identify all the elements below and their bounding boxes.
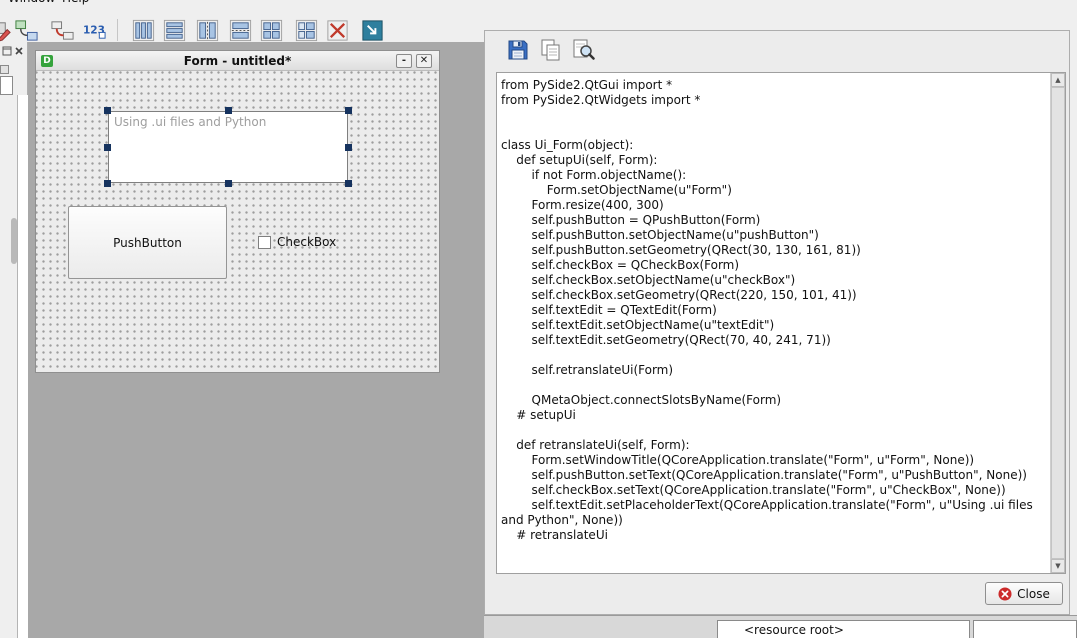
widget-filter-input[interactable] (0, 76, 13, 95)
form-editor-window: D Form - untitled* - ✕ Using .ui files a… (35, 50, 440, 373)
widget-box-dock (0, 42, 28, 638)
layout-grid-icon[interactable] (258, 17, 285, 44)
edit-tab-order-icon[interactable]: 123 (81, 17, 108, 44)
textedit-widget[interactable]: Using .ui files and Python (108, 111, 348, 183)
dock-mini-icon (0, 65, 9, 74)
form-window-title: Form - untitled* (36, 54, 439, 68)
checkbox-indicator[interactable] (258, 236, 271, 249)
qt-designer-screen: Window Help 123 (0, 0, 1077, 638)
selection-handle[interactable] (345, 107, 352, 114)
code-scrollbar[interactable]: ▲ ▼ (1050, 73, 1065, 573)
minimize-button[interactable]: - (396, 54, 412, 68)
selection-handle[interactable] (225, 180, 232, 187)
textedit-placeholder: Using .ui files and Python (114, 115, 266, 129)
resource-tree[interactable]: <resource root> (717, 620, 970, 638)
selection-handle[interactable] (104, 107, 111, 114)
edit-buddies-icon[interactable] (49, 17, 76, 44)
dock-close-icon[interactable] (13, 45, 24, 56)
selection-handle[interactable] (104, 180, 111, 187)
pushbutton-widget[interactable]: PushButton (68, 206, 227, 279)
menu-help[interactable]: Help (62, 0, 89, 5)
checkbox-widget[interactable]: CheckBox (258, 235, 336, 249)
code-text: from PySide2.QtGui import * from PySide2… (497, 73, 1049, 548)
pushbutton-label: PushButton (113, 236, 182, 250)
edit-widgets-icon[interactable] (0, 17, 13, 44)
resource-root-item[interactable]: <resource root> (744, 623, 844, 637)
find-icon[interactable] (570, 37, 596, 63)
dock-float-icon[interactable] (1, 45, 12, 56)
resource-side-box (973, 620, 1077, 638)
form-canvas[interactable]: Using .ui files and Python PushButton Ch… (36, 71, 439, 372)
layout-horizontal-icon[interactable] (130, 17, 157, 44)
save-icon[interactable] (505, 37, 531, 63)
close-label: Close (1017, 587, 1050, 601)
widget-list[interactable] (17, 95, 28, 638)
resource-browser-panel: <resource root> (484, 615, 1077, 638)
copy-icon[interactable] (538, 37, 564, 63)
mdi-area: D Form - untitled* - ✕ Using .ui files a… (28, 42, 484, 638)
selection-handle[interactable] (104, 144, 111, 151)
scroll-up-icon[interactable]: ▲ (1051, 73, 1065, 87)
code-preview-dialog: from PySide2.QtGui import * from PySide2… (484, 30, 1070, 615)
selection-handle[interactable] (345, 144, 352, 151)
selection-handle[interactable] (225, 107, 232, 114)
checkbox-label: CheckBox (277, 235, 336, 249)
scroll-down-icon[interactable]: ▼ (1051, 559, 1065, 573)
adjust-size-icon[interactable] (359, 17, 386, 44)
break-layout-icon[interactable] (324, 17, 351, 44)
menu-window[interactable]: Window (8, 0, 55, 5)
layout-form-icon[interactable] (293, 17, 320, 44)
layout-vertical-icon[interactable] (161, 17, 188, 44)
toolbar-separator (117, 19, 118, 41)
close-x-icon (998, 587, 1012, 601)
code-view[interactable]: from PySide2.QtGui import * from PySide2… (496, 72, 1066, 574)
form-window-titlebar[interactable]: D Form - untitled* - ✕ (36, 51, 439, 71)
close-button[interactable]: ✕ (416, 54, 432, 68)
dock-scrollbar-thumb[interactable] (11, 218, 17, 264)
form-icon: D (41, 55, 53, 67)
layout-horizontal-splitter-icon[interactable] (194, 17, 221, 44)
close-dialog-button[interactable]: Close (985, 582, 1063, 605)
selection-handle[interactable] (345, 180, 352, 187)
scrollbar-thumb[interactable] (1051, 87, 1065, 559)
main-toolbar: 123 (0, 6, 484, 44)
layout-vertical-splitter-icon[interactable] (227, 17, 254, 44)
edit-signals-slots-icon[interactable] (13, 17, 40, 44)
